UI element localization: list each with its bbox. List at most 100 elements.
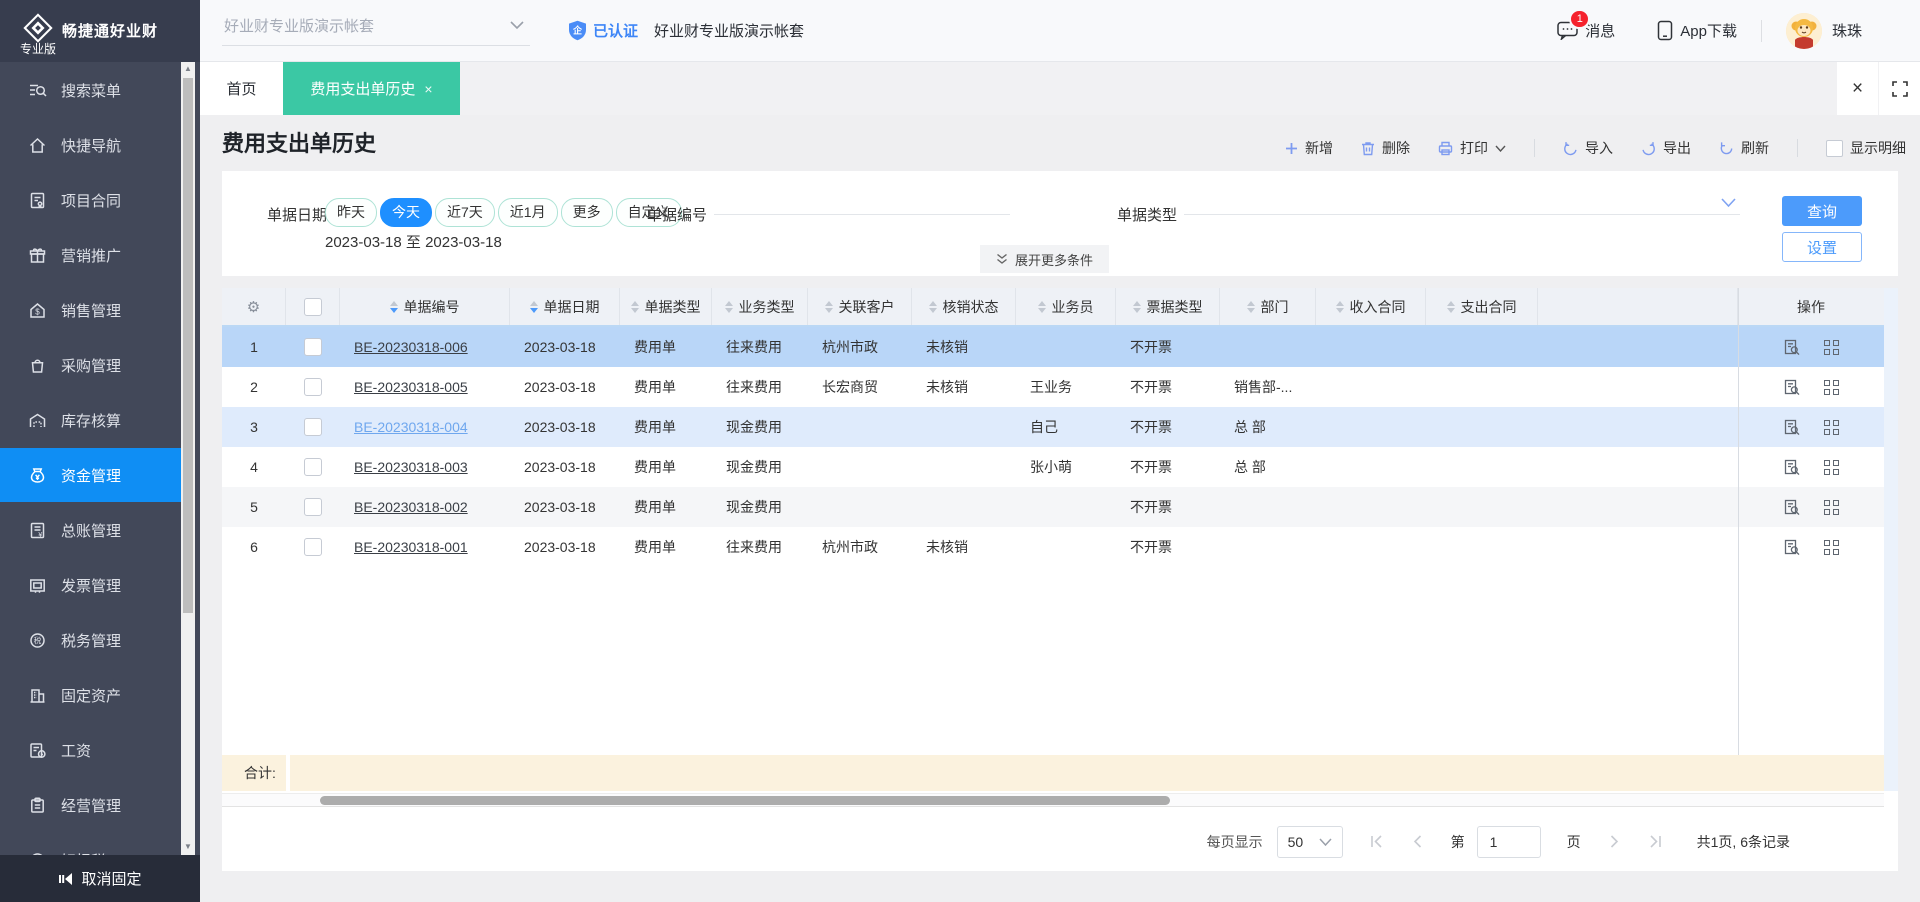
header-income-contract[interactable]: 收入合同 (1316, 288, 1426, 325)
avatar[interactable] (1785, 12, 1822, 49)
header-salesperson[interactable]: 业务员 (1016, 288, 1116, 325)
grid-menu-icon[interactable] (1824, 499, 1839, 515)
sidebar-item-project-contract[interactable]: 项目合同 (0, 173, 181, 227)
delete-button[interactable]: 删除 (1361, 138, 1410, 158)
row-checkbox[interactable] (304, 378, 322, 396)
sidebar-item-search-menu[interactable]: 搜索菜单 (0, 63, 181, 117)
header-department[interactable]: 部门 (1220, 288, 1316, 325)
sort-icon[interactable] (1335, 300, 1344, 313)
per-page-select[interactable]: 50 (1276, 825, 1343, 858)
unpin-sidebar-button[interactable]: 取消固定 (0, 855, 200, 902)
sort-icon[interactable] (1446, 300, 1455, 313)
checkbox-icon[interactable] (303, 297, 322, 316)
header-bill-type[interactable]: 票据类型 (1116, 288, 1220, 325)
sort-icon[interactable] (928, 300, 937, 313)
table-row[interactable]: 6 BE-20230318-001 2023-03-18 费用单 往来费用 杭州… (222, 527, 1898, 567)
print-button[interactable]: 打印 (1438, 138, 1506, 158)
row-checkbox[interactable] (304, 498, 322, 516)
doc-search-icon[interactable] (1783, 339, 1800, 356)
pill-more[interactable]: 更多 (560, 198, 613, 227)
pill-today[interactable]: 今天 (380, 198, 432, 227)
grid-menu-icon[interactable] (1824, 379, 1839, 395)
pill-last-month[interactable]: 近1月 (497, 198, 558, 227)
sort-icon[interactable] (389, 300, 398, 313)
pill-yesterday[interactable]: 昨天 (325, 198, 377, 227)
doc-no-link[interactable]: BE-20230318-006 (354, 339, 468, 355)
sidebar-item-marketing[interactable]: 营销推广 (0, 228, 181, 282)
sort-icon[interactable] (1132, 300, 1141, 313)
header-doc-no[interactable]: 单据编号 (340, 288, 510, 325)
header-biz-type[interactable]: 业务类型 (712, 288, 808, 325)
sidebar-item-operations[interactable]: 经营管理 (0, 778, 181, 832)
header-expense-contract[interactable]: 支出合同 (1426, 288, 1538, 325)
sidebar-item-tax[interactable]: 税 税务管理 (0, 613, 181, 667)
messages-button[interactable]: 消息 1 (1557, 9, 1615, 41)
row-checkbox[interactable] (304, 538, 322, 556)
sidebar-item-purchase[interactable]: 采购管理 (0, 338, 181, 392)
header-doc-date[interactable]: 单据日期 (510, 288, 620, 325)
header-customer[interactable]: 关联客户 (808, 288, 912, 325)
table-row[interactable]: 5 BE-20230318-002 2023-03-18 费用单 现金费用 不开… (222, 487, 1898, 527)
page-number-input[interactable] (1476, 825, 1541, 858)
row-checkbox[interactable] (304, 418, 322, 436)
sort-icon[interactable] (824, 300, 833, 313)
sidebar-item-quick-nav[interactable]: 快捷导航 (0, 118, 181, 172)
sidebar-item-payroll[interactable]: 工资 (0, 723, 181, 777)
sort-icon[interactable] (630, 300, 639, 313)
doc-no-link[interactable]: BE-20230318-002 (354, 499, 468, 515)
doc-search-icon[interactable] (1783, 539, 1800, 556)
sidebar-item-sales[interactable]: $ 销售管理 (0, 283, 181, 337)
row-checkbox[interactable] (304, 338, 322, 356)
select-all-checkbox[interactable] (286, 288, 340, 325)
expand-more-filters-button[interactable]: 展开更多条件 (980, 245, 1110, 273)
table-row[interactable]: 1 BE-20230318-006 2023-03-18 费用单 往来费用 杭州… (222, 327, 1898, 367)
sidebar-scrollbar-thumb[interactable] (183, 78, 193, 613)
sort-icon[interactable] (724, 300, 733, 313)
app-download-button[interactable]: App下载 (1657, 20, 1737, 41)
doc-no-link[interactable]: BE-20230318-004 (354, 419, 468, 435)
doc-no-input[interactable] (714, 189, 1010, 215)
doc-no-link[interactable]: BE-20230318-003 (354, 459, 468, 475)
table-row[interactable]: 2 BE-20230318-005 2023-03-18 费用单 往来费用 长宏… (222, 367, 1898, 407)
account-book-select[interactable]: 好业财专业版演示帐套 (222, 15, 530, 46)
checkbox-icon[interactable] (1826, 139, 1843, 157)
row-checkbox[interactable] (304, 458, 322, 476)
grid-menu-icon[interactable] (1824, 539, 1839, 555)
doc-search-icon[interactable] (1783, 499, 1800, 516)
table-row[interactable]: 3 BE-20230318-004 2023-03-18 费用单 现金费用 自己… (222, 407, 1898, 447)
show-detail-checkbox[interactable]: 显示明细 (1826, 138, 1906, 158)
refresh-button[interactable]: 刷新 (1719, 138, 1769, 158)
import-button[interactable]: 导入 (1563, 138, 1613, 158)
pill-last7days[interactable]: 近7天 (435, 198, 495, 227)
sidebar-item-general-ledger[interactable]: ¥ 总账管理 (0, 503, 181, 557)
sidebar-item-fixed-assets[interactable]: 固定资产 (0, 668, 181, 722)
settings-button[interactable]: 设置 (1782, 232, 1862, 262)
last-page-icon[interactable] (1648, 834, 1663, 849)
sort-icon[interactable] (1037, 300, 1046, 313)
doc-search-icon[interactable] (1783, 379, 1800, 396)
sidebar-item-partial[interactable]: 好报税 (0, 833, 181, 855)
next-page-icon[interactable] (1607, 834, 1622, 849)
sort-icon[interactable] (529, 300, 538, 313)
doc-search-icon[interactable] (1783, 419, 1800, 436)
prev-page-icon[interactable] (1410, 834, 1425, 849)
sort-icon[interactable] (1246, 300, 1255, 313)
table-row[interactable]: 4 BE-20230318-003 2023-03-18 费用单 现金费用 张小… (222, 447, 1898, 487)
tab-expense-history[interactable]: 费用支出单历史 × (283, 62, 460, 115)
query-button[interactable]: 查询 (1782, 196, 1862, 226)
grid-menu-icon[interactable] (1824, 419, 1839, 435)
new-button[interactable]: 新增 (1285, 138, 1333, 158)
header-doc-type[interactable]: 单据类型 (620, 288, 712, 325)
scroll-up-icon[interactable]: ▲ (181, 64, 195, 73)
horizontal-scrollbar-thumb[interactable] (320, 796, 1170, 805)
doc-no-link[interactable]: BE-20230318-005 (354, 379, 468, 395)
scroll-down-icon[interactable]: ▼ (181, 842, 195, 851)
doc-type-select[interactable] (1184, 189, 1740, 215)
table-vertical-scroll-strip[interactable] (1884, 288, 1898, 791)
export-button[interactable]: 导出 (1641, 138, 1691, 158)
tab-home[interactable]: 首页 (200, 62, 283, 115)
sidebar-item-invoice[interactable]: 发票管理 (0, 558, 181, 612)
sidebar-item-inventory[interactable]: 库存核算 (0, 393, 181, 447)
fullscreen-button[interactable] (1879, 62, 1920, 115)
header-verify-status[interactable]: 核销状态 (912, 288, 1016, 325)
